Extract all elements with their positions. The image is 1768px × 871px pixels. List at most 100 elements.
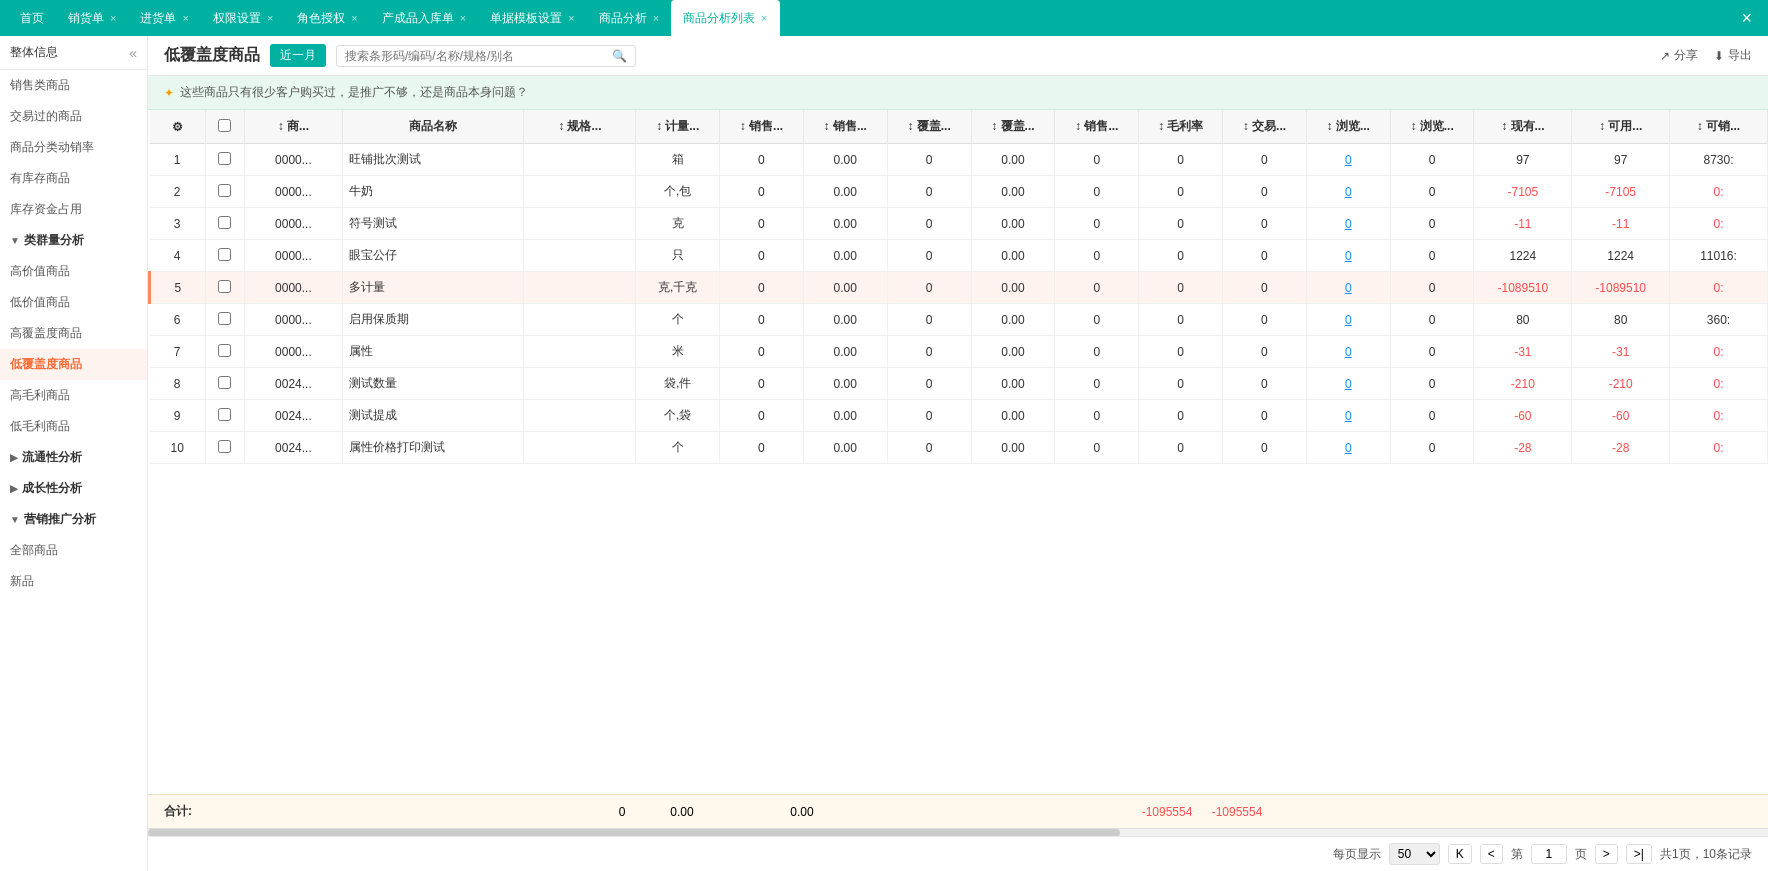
table-wrapper[interactable]: ⚙ ↕ 商... 商品名称 ↕ 规格... [148, 110, 1768, 794]
nav-item-analysis-list[interactable]: 商品分析列表 × [671, 0, 779, 36]
row-checkbox[interactable] [218, 344, 231, 357]
nav-item-sales[interactable]: 销货单 × [56, 0, 128, 36]
nav-label-analysis-list: 商品分析列表 [683, 10, 755, 27]
cell-gross: 0 [1139, 272, 1223, 304]
nav-item-permissions[interactable]: 权限设置 × [201, 0, 285, 36]
sidebar-item-stock-capital[interactable]: 库存资金占用 [0, 194, 147, 225]
sidebar-item-new-products[interactable]: 新品 [0, 566, 147, 597]
cell-view1[interactable]: 0 [1306, 336, 1390, 368]
cell-view1[interactable]: 0 [1306, 176, 1390, 208]
sidebar-group-growth[interactable]: ▶ 成长性分析 [0, 473, 147, 504]
cell-check[interactable] [205, 368, 244, 400]
cell-cover1: 0 [887, 368, 971, 400]
nav-close-roles[interactable]: × [351, 12, 357, 24]
sidebar-item-sales-products[interactable]: 销售类商品 [0, 70, 147, 101]
row-checkbox[interactable] [218, 280, 231, 293]
cell-spec [524, 272, 636, 304]
cell-check[interactable] [205, 176, 244, 208]
chevron-right-icon: ▶ [10, 452, 18, 463]
export-button[interactable]: ⬇ 导出 [1714, 47, 1752, 64]
cell-gross: 0 [1139, 240, 1223, 272]
cell-view1[interactable]: 0 [1306, 432, 1390, 464]
nav-item-roles[interactable]: 角色授权 × [285, 0, 369, 36]
sidebar-item-traded[interactable]: 交易过的商品 [0, 101, 147, 132]
cell-check[interactable] [205, 400, 244, 432]
sidebar-group-marketing[interactable]: ▼ 营销推广分析 [0, 504, 147, 535]
sidebar-item-in-stock[interactable]: 有库存商品 [0, 163, 147, 194]
cell-trade: 0 [1222, 240, 1306, 272]
sidebar-collapse-button[interactable]: « [129, 45, 137, 61]
banner-text: 这些商品只有很少客户购买过，是推广不够，还是商品本身问题？ [180, 84, 528, 101]
window-close-button[interactable]: × [1733, 8, 1760, 29]
cell-sellable: 11016: [1670, 240, 1768, 272]
cell-view1[interactable]: 0 [1306, 144, 1390, 176]
row-checkbox[interactable] [218, 184, 231, 197]
sidebar-item-high-gross[interactable]: 高毛利商品 [0, 380, 147, 411]
sidebar-item-low-gross[interactable]: 低毛利商品 [0, 411, 147, 442]
nav-close-sales[interactable]: × [110, 12, 116, 24]
search-box[interactable]: 🔍 [336, 45, 636, 67]
cell-cur: -1089510 [1474, 272, 1572, 304]
horizontal-scrollbar[interactable] [148, 828, 1768, 836]
nav-label-purchase: 进货单 [140, 10, 176, 27]
cell-code: 0000... [244, 176, 342, 208]
nav-item-templates[interactable]: 单据模板设置 × [478, 0, 586, 36]
select-all-checkbox[interactable] [218, 119, 231, 132]
cell-spec [524, 400, 636, 432]
nav-close-templates[interactable]: × [568, 12, 574, 24]
first-page-button[interactable]: K [1448, 844, 1472, 864]
sidebar-item-low-value[interactable]: 低价值商品 [0, 287, 147, 318]
nav-item-home[interactable]: 首页 [8, 0, 56, 36]
nav-item-purchase[interactable]: 进货单 × [128, 0, 200, 36]
settings-icon[interactable]: ⚙ [172, 120, 183, 134]
nav-item-analysis[interactable]: 商品分析 × [587, 0, 671, 36]
search-input[interactable] [345, 49, 612, 63]
cell-cur: -210 [1474, 368, 1572, 400]
last-page-button[interactable]: >| [1626, 844, 1652, 864]
nav-close-analysis-list[interactable]: × [761, 12, 767, 24]
cell-check[interactable] [205, 304, 244, 336]
sidebar-group-liquidity[interactable]: ▶ 流通性分析 [0, 442, 147, 473]
row-checkbox[interactable] [218, 440, 231, 453]
cell-check[interactable] [205, 272, 244, 304]
nav-label-templates: 单据模板设置 [490, 10, 562, 27]
nav-close-products[interactable]: × [460, 12, 466, 24]
row-checkbox[interactable] [218, 312, 231, 325]
cell-view1[interactable]: 0 [1306, 304, 1390, 336]
cell-view1[interactable]: 0 [1306, 400, 1390, 432]
sidebar-item-category-rate[interactable]: 商品分类动销率 [0, 132, 147, 163]
cell-avail: -1089510 [1572, 272, 1670, 304]
nav-item-products[interactable]: 产成品入库单 × [370, 0, 478, 36]
cell-check[interactable] [205, 240, 244, 272]
row-checkbox[interactable] [218, 152, 231, 165]
sidebar-item-high-coverage[interactable]: 高覆盖度商品 [0, 318, 147, 349]
cell-view1[interactable]: 0 [1306, 272, 1390, 304]
page-size-select[interactable]: 50 100 200 [1389, 843, 1440, 865]
cell-spec [524, 304, 636, 336]
row-checkbox[interactable] [218, 248, 231, 261]
nav-close-permissions[interactable]: × [267, 12, 273, 24]
cell-view1[interactable]: 0 [1306, 208, 1390, 240]
prev-page-button[interactable]: < [1480, 844, 1503, 864]
table-row: 6 0000... 启用保质期 个 0 0.00 0 0.00 0 0 0 0 … [150, 304, 1768, 336]
cell-view1[interactable]: 0 [1306, 240, 1390, 272]
cell-view1[interactable]: 0 [1306, 368, 1390, 400]
nav-label-products: 产成品入库单 [382, 10, 454, 27]
time-filter-button[interactable]: 近一月 [270, 44, 326, 67]
next-page-button[interactable]: > [1595, 844, 1618, 864]
sidebar-item-all-products[interactable]: 全部商品 [0, 535, 147, 566]
cell-check[interactable] [205, 336, 244, 368]
nav-close-analysis[interactable]: × [653, 12, 659, 24]
cell-check[interactable] [205, 144, 244, 176]
row-checkbox[interactable] [218, 216, 231, 229]
row-checkbox[interactable] [218, 376, 231, 389]
share-button[interactable]: ↗ 分享 [1660, 47, 1698, 64]
page-input[interactable] [1531, 844, 1567, 864]
row-checkbox[interactable] [218, 408, 231, 421]
cell-check[interactable] [205, 432, 244, 464]
sidebar-item-high-value[interactable]: 高价值商品 [0, 256, 147, 287]
nav-close-purchase[interactable]: × [182, 12, 188, 24]
sidebar-item-low-coverage[interactable]: 低覆盖度商品 [0, 349, 147, 380]
cell-check[interactable] [205, 208, 244, 240]
sidebar-group-cluster[interactable]: ▼ 类群量分析 [0, 225, 147, 256]
